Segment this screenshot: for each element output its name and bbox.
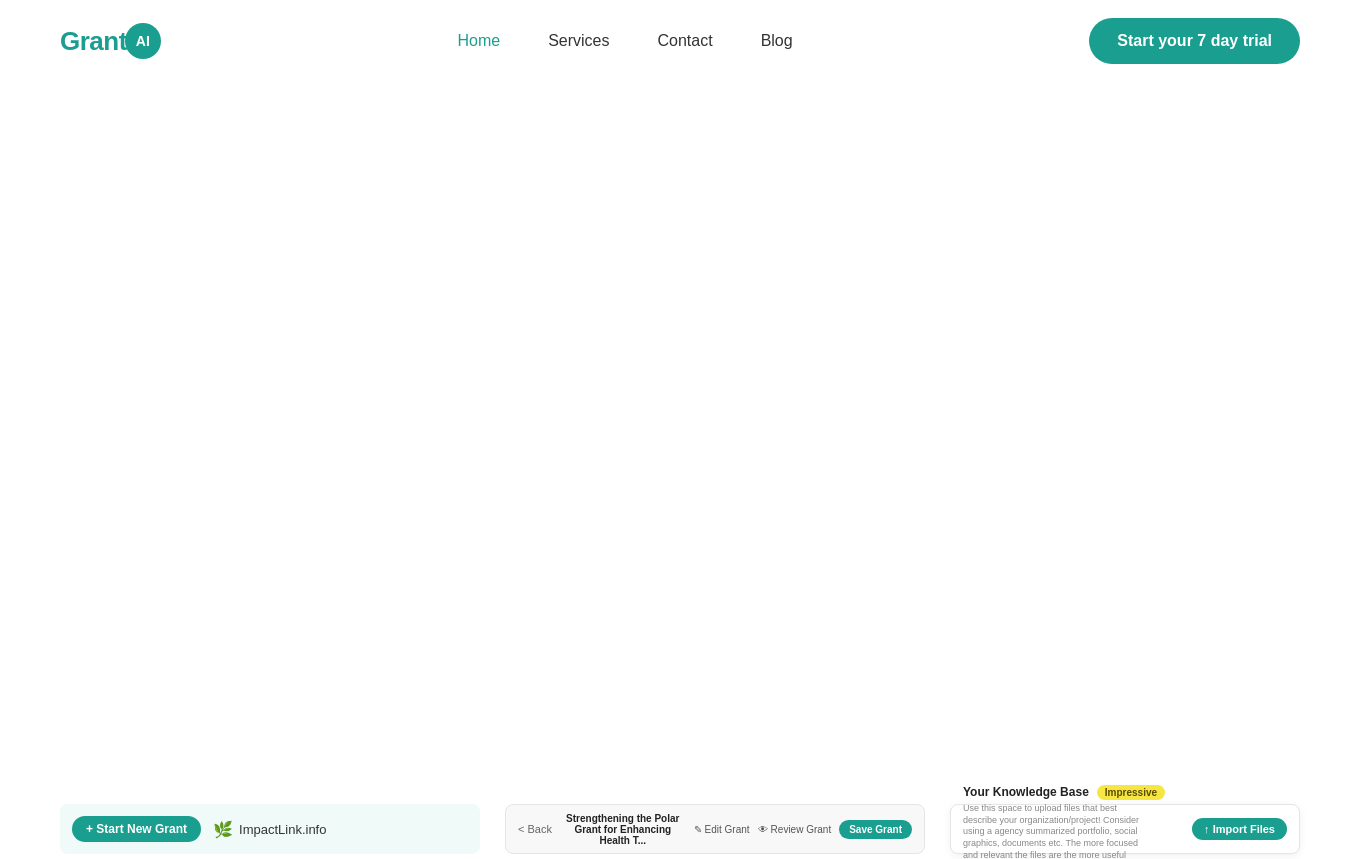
impact-link-area: 🌿 ImpactLink.info [213, 820, 326, 839]
nav-link-services[interactable]: Services [548, 32, 609, 49]
navbar: Grant AI Home Services Contact Blog Star… [0, 0, 1360, 82]
nav-link-contact[interactable]: Contact [658, 32, 713, 49]
nav-item-blog[interactable]: Blog [761, 32, 793, 50]
save-grant-button[interactable]: Save Grant [839, 820, 912, 839]
bottom-card-left: + Start New Grant 🌿 ImpactLink.info [60, 804, 480, 854]
logo-ai-badge: AI [125, 23, 161, 59]
bottom-strip: + Start New Grant 🌿 ImpactLink.info < Ba… [0, 799, 1360, 859]
nav-link-home[interactable]: Home [457, 32, 500, 49]
review-grant-label: Review Grant [771, 824, 832, 835]
review-grant-button[interactable]: 👁 Review Grant [758, 824, 832, 835]
edit-grant-button[interactable]: ✎ Edit Grant [694, 824, 750, 835]
logo-text: Grant [60, 26, 127, 57]
knowledge-base-title: Your Knowledge Base [963, 785, 1089, 799]
back-button[interactable]: < Back [518, 823, 552, 835]
knowledge-base-description: Use this space to upload files that best… [963, 803, 1143, 859]
nav-links: Home Services Contact Blog [457, 32, 792, 50]
knowledge-badge: Impressive [1097, 785, 1165, 800]
nav-link-blog[interactable]: Blog [761, 32, 793, 49]
nav-item-services[interactable]: Services [548, 32, 609, 50]
grant-title: Strengthening the Polar Grant for Enhanc… [560, 813, 686, 846]
knowledge-base-info: Your Knowledge Base Impressive Use this … [963, 785, 1192, 859]
leaf-icon: 🌿 [213, 820, 233, 839]
bottom-card-right: Your Knowledge Base Impressive Use this … [950, 804, 1300, 854]
grant-action-buttons: ✎ Edit Grant 👁 Review Grant Save Grant [694, 820, 912, 839]
main-content: + Start New Grant 🌿 ImpactLink.info < Ba… [0, 82, 1360, 859]
logo[interactable]: Grant AI [60, 23, 161, 59]
import-files-button[interactable]: ↑ Import Files [1192, 818, 1287, 840]
bottom-card-center: < Back Strengthening the Polar Grant for… [505, 804, 925, 854]
edit-grant-label: Edit Grant [705, 824, 750, 835]
nav-item-contact[interactable]: Contact [658, 32, 713, 50]
edit-icon: ✎ [694, 824, 702, 835]
impact-link-text: ImpactLink.info [239, 822, 326, 837]
start-new-grant-button[interactable]: + Start New Grant [72, 816, 201, 842]
nav-item-home[interactable]: Home [457, 32, 500, 50]
start-trial-button[interactable]: Start your 7 day trial [1089, 18, 1300, 64]
review-icon: 👁 [758, 824, 768, 835]
